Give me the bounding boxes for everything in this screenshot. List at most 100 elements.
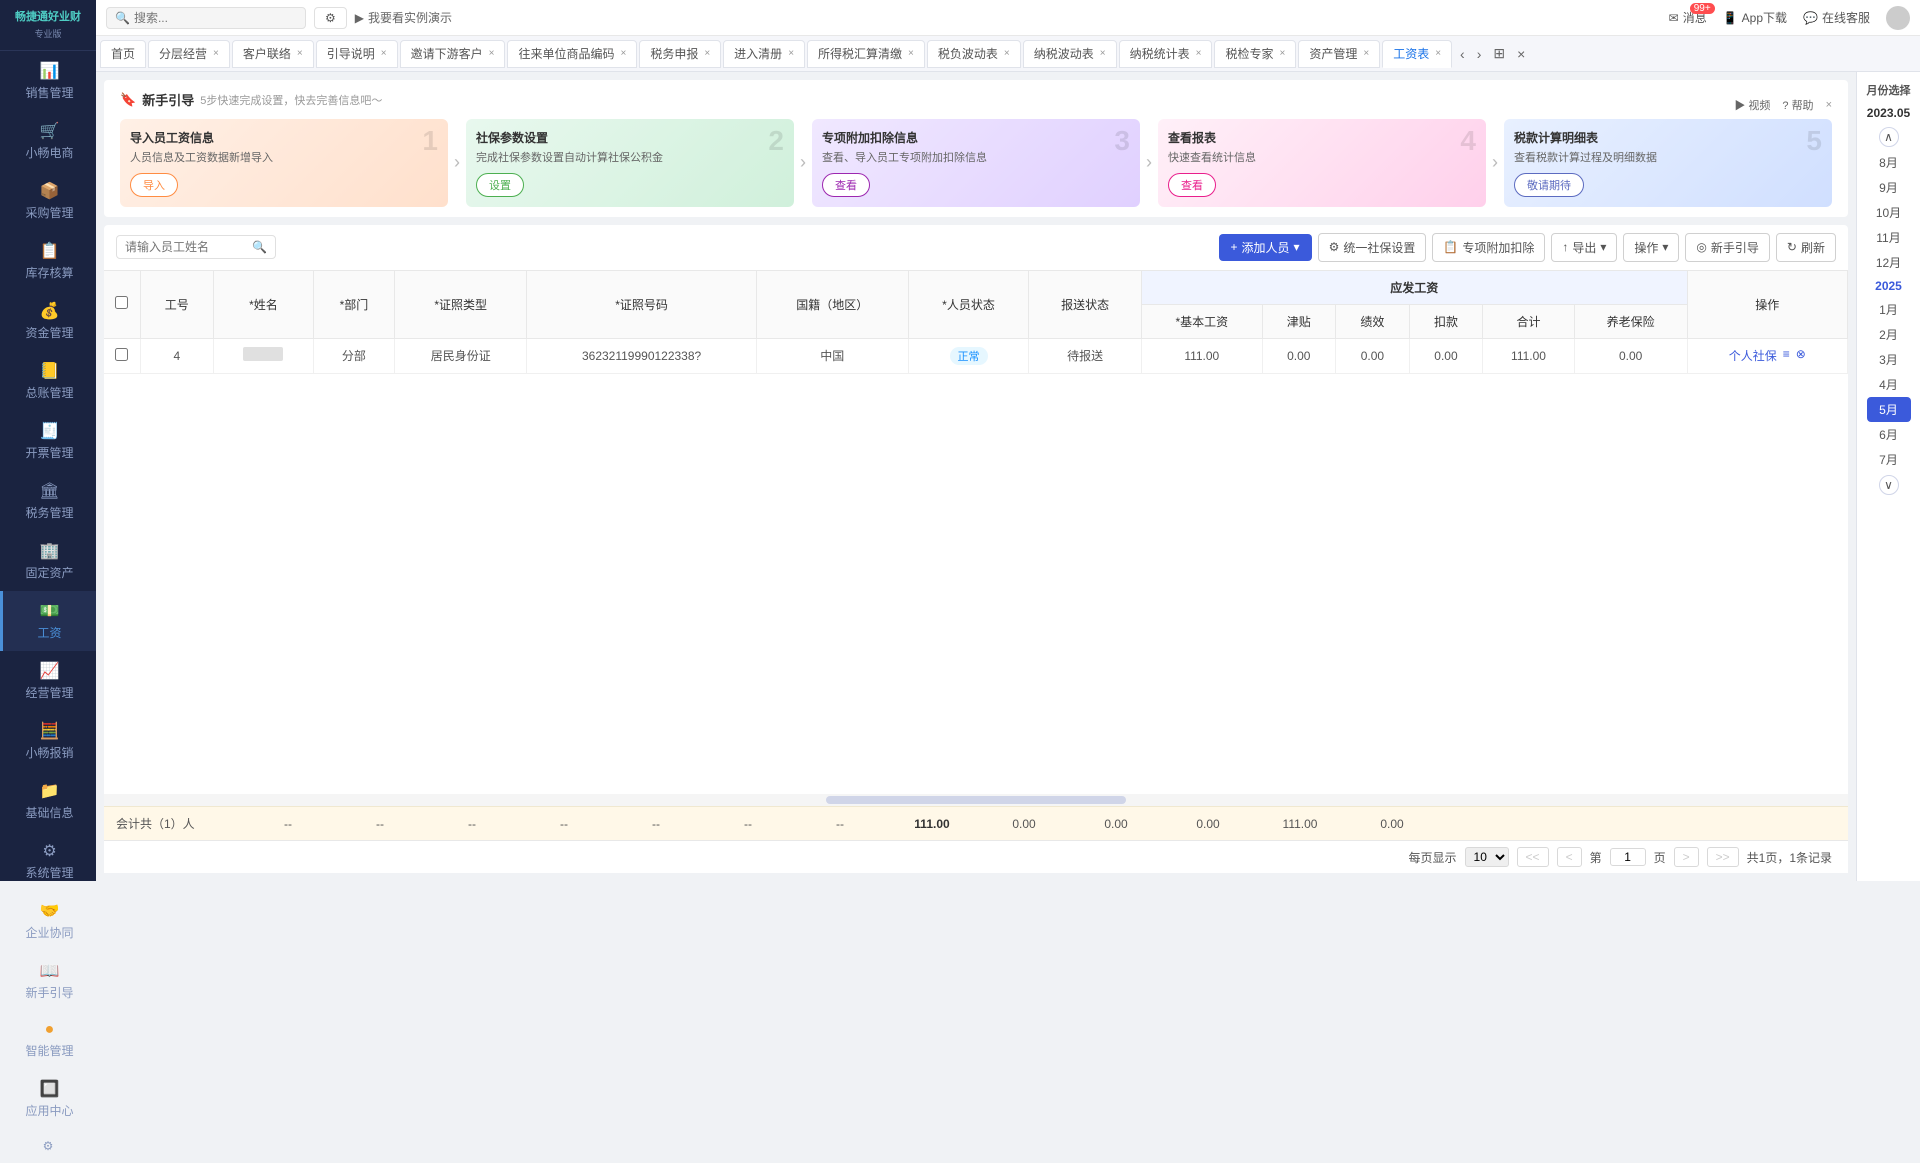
refresh-btn[interactable]: ↻ 刷新 bbox=[1776, 233, 1836, 262]
avatar[interactable] bbox=[1886, 6, 1910, 30]
tab-5[interactable]: 往来单位商品编码 × bbox=[507, 40, 637, 68]
topbar-demo-link[interactable]: ▶ 我要看实例演示 bbox=[355, 9, 452, 26]
tab-5-close[interactable]: × bbox=[620, 48, 626, 59]
tab-2[interactable]: 客户联络 × bbox=[232, 40, 314, 68]
topbar-msg-btn[interactable]: ✉ 消息 99+ bbox=[1669, 9, 1707, 26]
row-checkbox[interactable] bbox=[104, 338, 140, 373]
guide-help-btn[interactable]: ? 帮助 bbox=[1782, 97, 1813, 113]
month-item-3[interactable]: 3月 bbox=[1867, 347, 1911, 372]
tab-prev-btn[interactable]: ‹ bbox=[1454, 44, 1471, 64]
month-up-btn[interactable]: ∧ bbox=[1879, 127, 1899, 147]
tab-8[interactable]: 所得税汇算清缴 × bbox=[807, 40, 925, 68]
month-item-8[interactable]: 8月 bbox=[1867, 150, 1911, 175]
tab-7-close[interactable]: × bbox=[788, 48, 794, 59]
month-item-10[interactable]: 10月 bbox=[1867, 200, 1911, 225]
sidebar-item-invoice[interactable]: 🧾 开票管理 bbox=[0, 411, 96, 471]
sidebar-item-newguide[interactable]: 📖 新手引导 bbox=[0, 951, 96, 1011]
topbar-online-btn[interactable]: 💬 在线客服 bbox=[1803, 9, 1870, 26]
topbar-search-input[interactable] bbox=[134, 11, 284, 25]
tab-6[interactable]: 税务申报 × bbox=[639, 40, 721, 68]
month-item-year[interactable]: 2025 bbox=[1867, 275, 1911, 297]
unified-settings-btn[interactable]: ⚙ 统一社保设置 bbox=[1318, 233, 1427, 262]
month-item-11[interactable]: 11月 bbox=[1867, 225, 1911, 250]
add-employee-btn[interactable]: + 添加人员 ▾ bbox=[1219, 234, 1312, 261]
sidebar-item-inventory[interactable]: 📋 库存核算 bbox=[0, 231, 96, 291]
tab-next-btn[interactable]: › bbox=[1471, 44, 1488, 64]
month-item-1[interactable]: 1月 bbox=[1867, 297, 1911, 322]
tab-1[interactable]: 分层经营 × bbox=[148, 40, 230, 68]
tab-close-all-btn[interactable]: × bbox=[1511, 44, 1531, 64]
sidebar-item-salary[interactable]: 💵 工资 bbox=[0, 591, 96, 651]
tab-2-close[interactable]: × bbox=[297, 48, 303, 59]
tab-9-close[interactable]: × bbox=[1004, 48, 1010, 59]
page-number-input[interactable] bbox=[1610, 848, 1646, 866]
step3-btn[interactable]: 查看 bbox=[822, 173, 870, 197]
sidebar-item-appcenter[interactable]: 🔲 应用中心 bbox=[0, 1069, 96, 1129]
tab-home[interactable]: 首页 bbox=[100, 40, 146, 68]
per-page-select[interactable]: 10 20 50 bbox=[1465, 847, 1509, 867]
guide-close-btn[interactable]: × bbox=[1826, 99, 1832, 111]
tab-4[interactable]: 邀请下游客户 × bbox=[400, 40, 506, 68]
step5-btn[interactable]: 敬请期待 bbox=[1514, 173, 1584, 197]
tab-8-close[interactable]: × bbox=[908, 48, 914, 59]
sidebar-item-expense[interactable]: 🧮 小畅报销 bbox=[0, 711, 96, 771]
page-first-btn[interactable]: << bbox=[1517, 847, 1549, 867]
page-prev-btn[interactable]: < bbox=[1557, 847, 1582, 867]
step4-btn[interactable]: 查看 bbox=[1168, 173, 1216, 197]
tab-9[interactable]: 税负波动表 × bbox=[927, 40, 1021, 68]
month-item-5-active[interactable]: 5月 bbox=[1867, 397, 1911, 422]
export-btn[interactable]: ↑ 导出 ▾ bbox=[1551, 233, 1617, 262]
tab-12[interactable]: 税检专家 × bbox=[1214, 40, 1296, 68]
step2-btn[interactable]: 设置 bbox=[476, 173, 524, 197]
personal-insurance-link[interactable]: 个人社保 bbox=[1729, 347, 1777, 364]
sidebar-item-assets[interactable]: 🏢 固定资产 bbox=[0, 531, 96, 591]
sidebar-item-purchase[interactable]: 📦 采购管理 bbox=[0, 171, 96, 231]
topbar-app-btn[interactable]: 📱 App下载 bbox=[1723, 9, 1787, 26]
tab-13[interactable]: 资产管理 × bbox=[1298, 40, 1380, 68]
guide-btn[interactable]: ◎ 新手引导 bbox=[1685, 233, 1770, 262]
tab-4-close[interactable]: × bbox=[489, 48, 495, 59]
sidebar-item-ledger[interactable]: 📒 总账管理 bbox=[0, 351, 96, 411]
month-item-2[interactable]: 2月 bbox=[1867, 322, 1911, 347]
month-panel-year[interactable]: 2023.05 bbox=[1867, 102, 1910, 124]
sidebar-item-system[interactable]: ⚙ 系统管理 bbox=[0, 831, 96, 891]
tab-more-btn[interactable]: ⊞ bbox=[1487, 43, 1511, 64]
operations-btn[interactable]: 操作 ▾ bbox=[1623, 233, 1679, 262]
tab-12-close[interactable]: × bbox=[1279, 48, 1285, 59]
tab-10[interactable]: 纳税波动表 × bbox=[1023, 40, 1117, 68]
topbar-settings-btn[interactable]: ⚙ bbox=[314, 7, 347, 29]
tab-3-close[interactable]: × bbox=[381, 48, 387, 59]
month-item-12[interactable]: 12月 bbox=[1867, 250, 1911, 275]
row-menu-icon[interactable]: ≡ bbox=[1783, 347, 1790, 364]
month-item-6[interactable]: 6月 bbox=[1867, 422, 1911, 447]
sidebar-item-collab[interactable]: 🤝 企业协同 bbox=[0, 891, 96, 951]
sidebar-item-ai[interactable]: ● 智能管理 bbox=[0, 1011, 96, 1069]
employee-search-input[interactable] bbox=[125, 240, 248, 254]
sidebar-item-finance[interactable]: 💰 资金管理 bbox=[0, 291, 96, 351]
month-item-7[interactable]: 7月 bbox=[1867, 447, 1911, 472]
page-last-btn[interactable]: >> bbox=[1707, 847, 1739, 867]
page-next-btn[interactable]: > bbox=[1674, 847, 1699, 867]
row-select-checkbox[interactable] bbox=[115, 348, 128, 361]
sidebar-item-basic[interactable]: 📁 基础信息 bbox=[0, 771, 96, 831]
special-deduction-btn[interactable]: 📋 专项附加扣除 bbox=[1432, 233, 1545, 262]
horizontal-scrollbar[interactable] bbox=[104, 794, 1848, 806]
tab-7[interactable]: 进入清册 × bbox=[723, 40, 805, 68]
scroll-thumb[interactable] bbox=[826, 796, 1126, 804]
sidebar-item-operation[interactable]: 📈 经营管理 bbox=[0, 651, 96, 711]
sidebar-settings-btn[interactable]: ⚙ bbox=[33, 1129, 64, 1163]
tab-13-close[interactable]: × bbox=[1363, 48, 1369, 59]
step1-btn[interactable]: 导入 bbox=[130, 173, 178, 197]
tab-10-close[interactable]: × bbox=[1100, 48, 1106, 59]
month-item-4[interactable]: 4月 bbox=[1867, 372, 1911, 397]
select-all-checkbox[interactable] bbox=[115, 296, 128, 309]
tab-1-close[interactable]: × bbox=[213, 48, 219, 59]
sidebar-item-sales[interactable]: 📊 销售管理 bbox=[0, 51, 96, 111]
month-down-btn[interactable]: ∨ bbox=[1879, 475, 1899, 495]
sidebar-item-ecommerce[interactable]: 🛒 小畅电商 bbox=[0, 111, 96, 171]
tab-salary-close[interactable]: × bbox=[1435, 48, 1441, 59]
tab-3[interactable]: 引导说明 × bbox=[316, 40, 398, 68]
tab-6-close[interactable]: × bbox=[704, 48, 710, 59]
month-item-9[interactable]: 9月 bbox=[1867, 175, 1911, 200]
tab-11[interactable]: 纳税统计表 × bbox=[1119, 40, 1213, 68]
